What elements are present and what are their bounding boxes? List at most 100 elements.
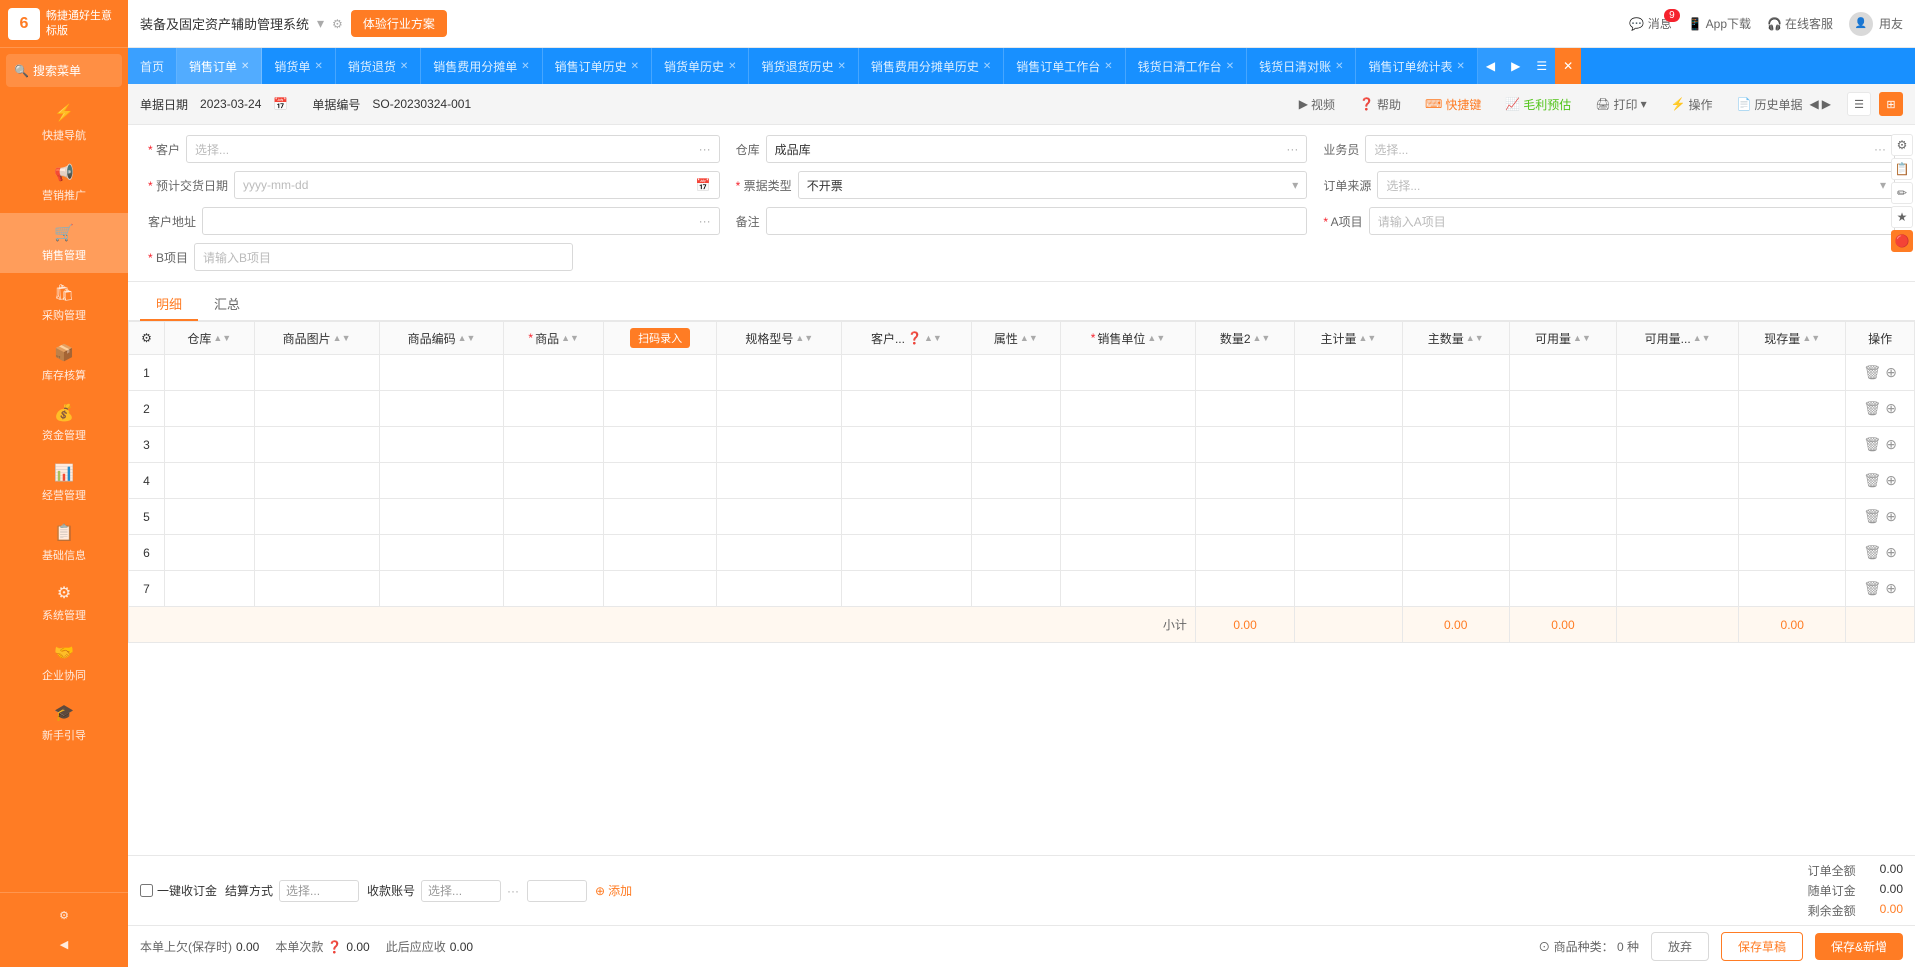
sidebar-item-guide[interactable]: 🎓 新手引导 xyxy=(0,693,128,753)
th-settings[interactable]: ⚙ xyxy=(129,322,165,355)
order-source-input[interactable]: 选择... ▾ xyxy=(1377,171,1895,199)
discard-btn[interactable]: 放弃 xyxy=(1651,932,1709,961)
tab-prev-btn[interactable]: ◀ xyxy=(1478,48,1503,84)
row1-main-unit[interactable] xyxy=(1295,355,1402,391)
row3-copy-icon[interactable]: ⊕ xyxy=(1885,436,1897,453)
row3-warehouse[interactable] xyxy=(165,427,255,463)
row5-goods[interactable] xyxy=(504,499,603,535)
scan-enter-btn[interactable]: 扫码录入 xyxy=(630,328,690,348)
row3-main-unit[interactable] xyxy=(1295,427,1402,463)
row4-unit[interactable] xyxy=(1061,463,1196,499)
tab-close-all-btn[interactable]: ✕ xyxy=(1555,48,1581,84)
order-source-dropdown-icon[interactable]: ▾ xyxy=(1880,178,1886,192)
row6-current[interactable] xyxy=(1739,535,1846,571)
th-main-qty[interactable]: 主数量▲▼ xyxy=(1402,322,1509,355)
row4-qty2[interactable] xyxy=(1195,463,1294,499)
th-qty2[interactable]: 数量2▲▼ xyxy=(1195,322,1294,355)
staff-dots-btn[interactable]: ··· xyxy=(1874,142,1886,156)
row6-unit[interactable] xyxy=(1061,535,1196,571)
row7-main-unit[interactable] xyxy=(1295,571,1402,607)
tab-sales-order[interactable]: 销售订单 ✕ xyxy=(177,48,262,84)
row4-code[interactable] xyxy=(379,463,504,499)
customer-dots-btn[interactable]: ··· xyxy=(699,142,711,156)
tab-sales-bill-close-icon[interactable]: ✕ xyxy=(314,61,322,72)
auto-settle-checkbox[interactable] xyxy=(140,884,153,897)
b-project-input[interactable]: 请输入B项目 xyxy=(194,243,573,271)
row6-attr[interactable] xyxy=(971,535,1061,571)
tab-reconcile-close-icon[interactable]: ✕ xyxy=(1335,61,1343,72)
app-download-btn[interactable]: 📱 App下载 xyxy=(1688,15,1751,32)
row7-current[interactable] xyxy=(1739,571,1846,607)
row7-attr[interactable] xyxy=(971,571,1061,607)
row1-main-qty[interactable] xyxy=(1402,355,1509,391)
th-main-unit[interactable]: 主计量▲▼ xyxy=(1295,322,1402,355)
profit-btn[interactable]: 📈 毛利预估 xyxy=(1497,93,1579,116)
row4-available[interactable] xyxy=(1509,463,1616,499)
online-service-btn[interactable]: 🎧 在线客服 xyxy=(1767,15,1833,32)
remark-input[interactable] xyxy=(766,207,1308,235)
row4-goods[interactable] xyxy=(504,463,603,499)
tab-expense[interactable]: 销售费用分摊单 ✕ xyxy=(421,48,542,84)
invoice-type-dropdown-icon[interactable]: ▾ xyxy=(1292,178,1298,192)
help-btn[interactable]: ❓ 帮助 xyxy=(1351,93,1409,116)
tab-return-history-close-icon[interactable]: ✕ xyxy=(837,61,845,72)
user-area[interactable]: 👤 用友 xyxy=(1849,12,1903,36)
sidebar-item-quick[interactable]: ⚡ 快捷导航 xyxy=(0,93,128,153)
sidebar-item-purchase[interactable]: 🛍 采购管理 xyxy=(0,273,128,333)
history-nav-next[interactable]: ▶ xyxy=(1822,97,1831,111)
tab-workbench[interactable]: 销售订单工作台 ✕ xyxy=(1004,48,1125,84)
sidebar-collapse-btn[interactable]: ◀ xyxy=(0,930,128,959)
view-toggle-list-btn[interactable]: ☰ xyxy=(1847,92,1871,116)
row3-spec[interactable] xyxy=(717,427,842,463)
invoice-type-select[interactable]: 不开票 ▾ xyxy=(798,171,1308,199)
tab-daily-clear[interactable]: 钱货日清工作台 ✕ xyxy=(1126,48,1247,84)
dropdown-arrow-icon[interactable]: ▾ xyxy=(317,15,324,32)
sidebar-item-marketing[interactable]: 📢 营销推广 xyxy=(0,153,128,213)
row6-image[interactable] xyxy=(254,535,379,571)
row4-current[interactable] xyxy=(1739,463,1846,499)
row4-spec[interactable] xyxy=(717,463,842,499)
row1-code[interactable] xyxy=(379,355,504,391)
row1-available2[interactable] xyxy=(1617,355,1739,391)
th-available[interactable]: 可用量▲▼ xyxy=(1509,322,1616,355)
row1-image[interactable] xyxy=(254,355,379,391)
rp-star-icon[interactable]: ★ xyxy=(1891,206,1913,228)
row2-qty2[interactable] xyxy=(1195,391,1294,427)
row5-main-qty[interactable] xyxy=(1402,499,1509,535)
add-item-btn[interactable]: ⊕ 添加 xyxy=(595,882,632,899)
row1-available[interactable] xyxy=(1509,355,1616,391)
row3-main-qty[interactable] xyxy=(1402,427,1509,463)
row1-attr[interactable] xyxy=(971,355,1061,391)
tab-summary[interactable]: 汇总 xyxy=(198,288,256,321)
view-video-btn[interactable]: ▶ 视频 xyxy=(1291,93,1343,116)
tab-daily-clear-close-icon[interactable]: ✕ xyxy=(1226,61,1234,72)
row5-copy-icon[interactable]: ⊕ xyxy=(1885,508,1897,525)
row2-code[interactable] xyxy=(379,391,504,427)
save-draft-btn[interactable]: 保存草稿 xyxy=(1721,932,1803,961)
row5-attr[interactable] xyxy=(971,499,1061,535)
warehouse-input[interactable]: 成品库 ··· xyxy=(766,135,1308,163)
tab-order-history-close-icon[interactable]: ✕ xyxy=(631,61,639,72)
rp-history-icon[interactable]: 📋 xyxy=(1891,158,1913,180)
row2-warehouse[interactable] xyxy=(165,391,255,427)
th-code[interactable]: 商品编码▲▼ xyxy=(379,322,504,355)
row4-image[interactable] xyxy=(254,463,379,499)
tab-workbench-close-icon[interactable]: ✕ xyxy=(1104,61,1112,72)
row2-available2[interactable] xyxy=(1617,391,1739,427)
row6-delete-icon[interactable]: 🗑 xyxy=(1863,544,1881,561)
row2-customer-code[interactable] xyxy=(842,391,971,427)
shortcut-btn[interactable]: ⌨ 快捷键 xyxy=(1417,93,1489,116)
sidebar-item-finance[interactable]: 💰 资金管理 xyxy=(0,393,128,453)
row3-qty2[interactable] xyxy=(1195,427,1294,463)
tab-bill-history[interactable]: 销货单历史 ✕ xyxy=(652,48,749,84)
tab-detail[interactable]: 明细 xyxy=(140,288,198,321)
row2-available[interactable] xyxy=(1509,391,1616,427)
row5-available[interactable] xyxy=(1509,499,1616,535)
search-menu-btn[interactable]: 🔍 搜索菜单 xyxy=(6,54,122,87)
view-toggle-card-btn[interactable]: ⊞ xyxy=(1879,92,1903,116)
tab-expense-close-icon[interactable]: ✕ xyxy=(521,61,529,72)
row4-main-unit[interactable] xyxy=(1295,463,1402,499)
row7-code[interactable] xyxy=(379,571,504,607)
th-current-stock[interactable]: 现存量▲▼ xyxy=(1739,322,1846,355)
row6-spec[interactable] xyxy=(717,535,842,571)
